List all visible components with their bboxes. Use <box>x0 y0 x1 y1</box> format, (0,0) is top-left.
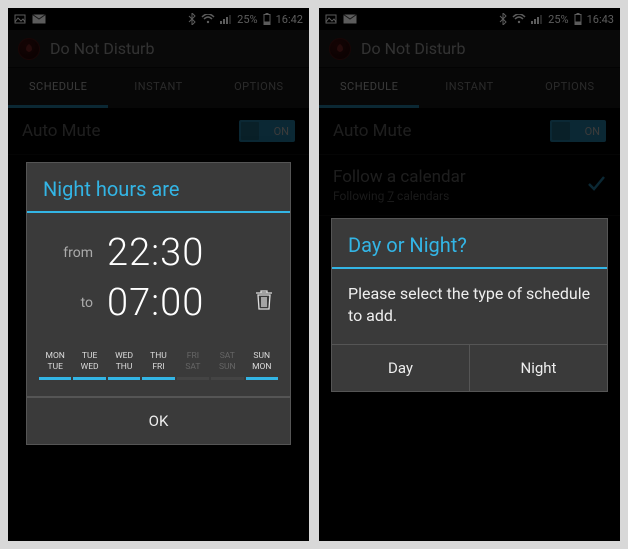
day-button[interactable]: Day <box>332 344 469 391</box>
to-time[interactable]: 07:00 <box>107 281 240 325</box>
day-selector: MONTUE TUEWED WEDTHU THUFRI FRISAT SATSU… <box>27 341 290 397</box>
phone-right: 25% 16:43 Do Not Disturb SCHEDULE INSTAN… <box>319 8 620 541</box>
phone-left: 25% 16:42 Do Not Disturb SCHEDULE INSTAN… <box>8 8 309 541</box>
day-tue-wed[interactable]: TUEWED <box>73 351 105 380</box>
day-wed-thu[interactable]: WEDTHU <box>108 351 140 380</box>
from-time[interactable]: 22:30 <box>107 231 274 275</box>
from-label: from <box>43 245 93 261</box>
day-thu-fri[interactable]: THUFRI <box>142 351 174 380</box>
to-label: to <box>43 295 93 311</box>
night-button[interactable]: Night <box>469 344 607 391</box>
day-or-night-dialog: Day or Night? Please select the type of … <box>331 218 608 392</box>
delete-icon[interactable] <box>254 289 274 317</box>
day-sun-mon[interactable]: SUNMON <box>246 351 278 380</box>
dialog-body: Please select the type of schedule to ad… <box>332 269 607 344</box>
night-hours-dialog: Night hours are from 22:30 to 07:00 MONT… <box>26 162 291 445</box>
day-fri-sat[interactable]: FRISAT <box>177 351 209 380</box>
dialog-title: Night hours are <box>27 163 290 211</box>
dialog-title: Day or Night? <box>332 219 607 267</box>
day-mon-tue[interactable]: MONTUE <box>39 351 71 380</box>
ok-button[interactable]: OK <box>27 397 290 444</box>
day-sat-sun[interactable]: SATSUN <box>211 351 243 380</box>
